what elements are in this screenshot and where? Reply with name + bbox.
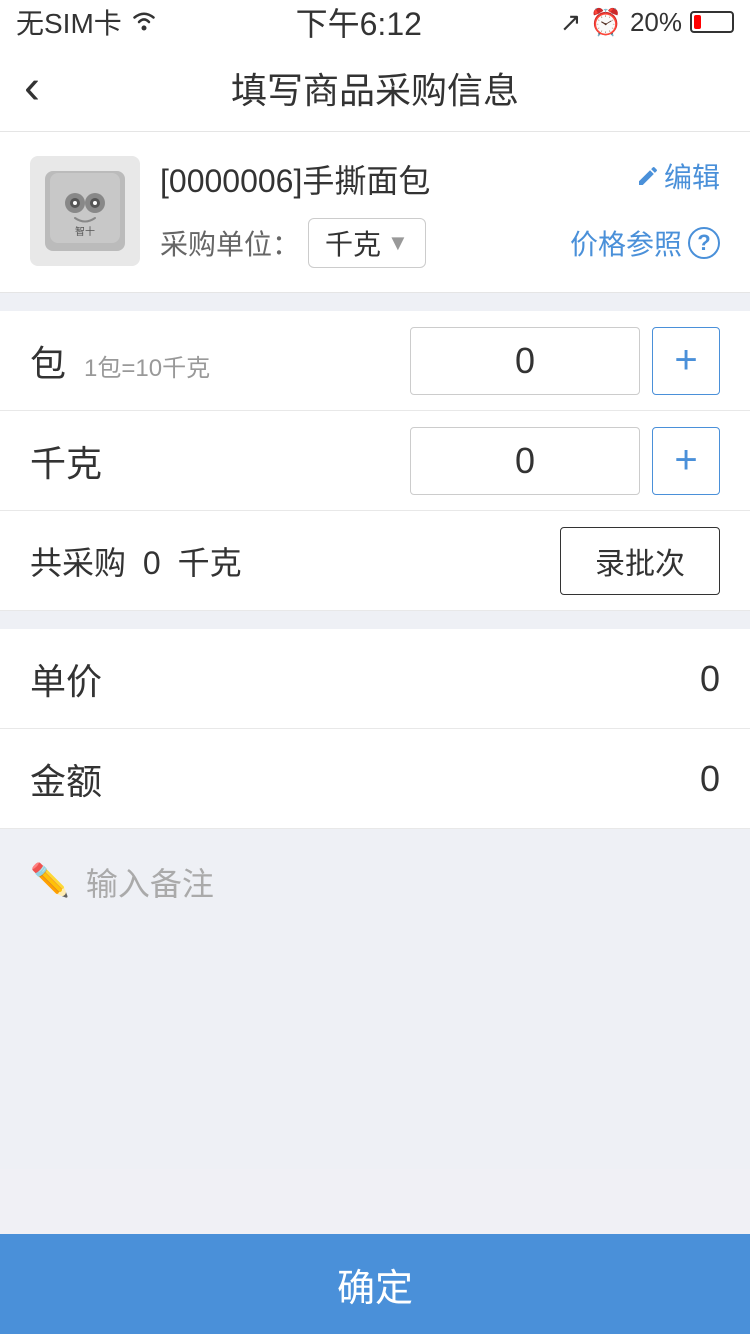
edit-button[interactable]: 编辑	[636, 156, 720, 196]
kg-value-field[interactable]: 0	[410, 427, 640, 495]
carrier-text: 无SIM卡	[16, 2, 122, 42]
product-name: [0000006]手撕面包	[160, 156, 430, 202]
kg-label: 千克	[30, 435, 410, 487]
wifi-icon	[130, 6, 158, 38]
status-right-area: ↗ ⏰ 20%	[560, 7, 734, 38]
price-info-section: 单价 0 金额 0	[0, 629, 750, 829]
location-icon: ↗	[560, 7, 582, 38]
pencil-icon: ✏️	[30, 861, 70, 899]
kg-plus-button[interactable]: +	[652, 427, 720, 495]
product-card: 智十 [0000006]手撕面包 编辑 采购单位： 千克 ▼	[0, 132, 750, 293]
notes-placeholder: 输入备注	[86, 859, 214, 905]
back-button[interactable]: ‹	[24, 60, 40, 115]
battery-icon	[690, 11, 734, 33]
bag-plus-button[interactable]: +	[652, 327, 720, 395]
section-divider-2	[0, 611, 750, 629]
product-logo: 智十	[45, 171, 125, 251]
section-divider-1	[0, 293, 750, 311]
product-image: 智十	[30, 156, 140, 266]
amount-row: 金额 0	[0, 729, 750, 829]
notes-section[interactable]: ✏️ 输入备注	[0, 829, 750, 949]
input-section: 包 1包=10千克 0 + 千克 0 + 共采购 0 千克 录批次	[0, 311, 750, 611]
battery-percent: 20%	[630, 7, 682, 38]
batch-button[interactable]: 录批次	[560, 527, 720, 595]
page-title: 填写商品采购信息	[231, 62, 519, 114]
help-icon: ?	[688, 227, 720, 259]
status-bar: 无SIM卡 下午6:12 ↗ ⏰ 20%	[0, 0, 750, 44]
bag-label: 包 1包=10千克	[30, 335, 410, 387]
summary-row: 共采购 0 千克 录批次	[0, 511, 750, 611]
amount-value: 0	[700, 758, 720, 800]
status-carrier: 无SIM卡	[16, 2, 158, 42]
amount-label: 金额	[30, 753, 700, 805]
unit-price-value: 0	[700, 658, 720, 700]
svg-text:智十: 智十	[75, 225, 95, 238]
product-info: [0000006]手撕面包 编辑 采购单位： 千克 ▼ 价格参照 ?	[160, 156, 720, 268]
price-ref-button[interactable]: 价格参照 ?	[570, 223, 720, 263]
dropdown-arrow-icon: ▼	[387, 230, 409, 256]
unit-label: 采购单位：	[160, 223, 300, 263]
bag-value-field[interactable]: 0	[410, 327, 640, 395]
unit-price-row: 单价 0	[0, 629, 750, 729]
summary-text: 共采购 0 千克	[30, 538, 560, 584]
kg-input-row: 千克 0 +	[0, 411, 750, 511]
bottom-space	[0, 949, 750, 1169]
nav-bar: ‹ 填写商品采购信息	[0, 44, 750, 132]
unit-select[interactable]: 千克 ▼	[308, 218, 426, 268]
confirm-button[interactable]: 确定	[0, 1234, 750, 1334]
bag-input-row: 包 1包=10千克 0 +	[0, 311, 750, 411]
unit-price-label: 单价	[30, 653, 700, 705]
bag-sublabel: 1包=10千克	[84, 355, 210, 382]
status-time: 下午6:12	[296, 0, 422, 45]
alarm-icon: ⏰	[590, 7, 622, 38]
